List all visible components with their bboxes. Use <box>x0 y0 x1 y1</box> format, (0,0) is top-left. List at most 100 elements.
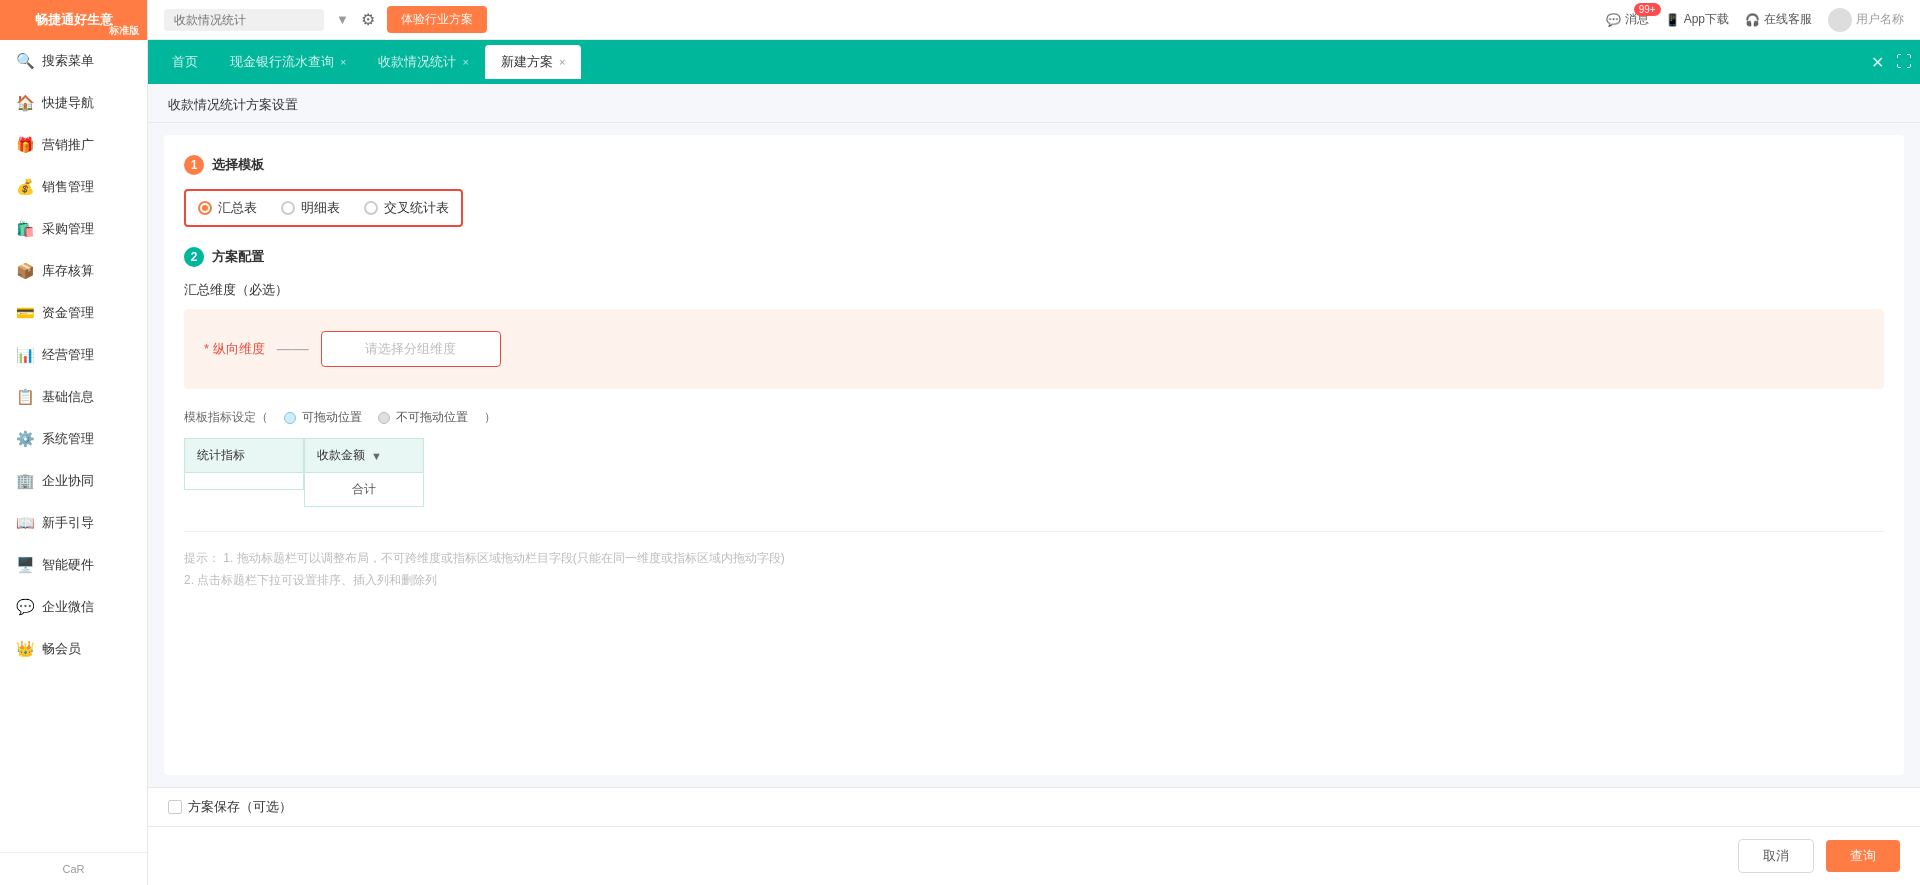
user-name: 用户名称 <box>1856 11 1904 28</box>
sales-icon: 💰 <box>16 178 34 196</box>
sidebar-item-marketing[interactable]: 🎁 营销推广 <box>0 124 147 166</box>
tab-home[interactable]: 首页 <box>156 45 214 79</box>
tab-new-plan-label: 新建方案 <box>501 53 553 71</box>
purchase-icon: 🛍️ <box>16 220 34 238</box>
sidebar-item-sales[interactable]: 💰 销售管理 <box>0 166 147 208</box>
sidebar-item-purchase[interactable]: 🛍️ 采购管理 <box>0 208 147 250</box>
sidebar-item-enterprise[interactable]: 🏢 企业协同 <box>0 460 147 502</box>
metrics-header: 模板指标设定（ 可拖动位置 不可拖动位置 ） <box>184 409 1884 426</box>
sidebar-item-basic[interactable]: 📋 基础信息 <box>0 376 147 418</box>
nav-expand-icon[interactable]: ⛶ <box>1896 53 1912 71</box>
metrics-section: 模板指标设定（ 可拖动位置 不可拖动位置 ） <box>184 409 1884 507</box>
message-icon: 💬 <box>1606 13 1621 27</box>
step2-section: 2 方案配置 汇总维度（必选） 纵向维度 —— 请选择分组维度 <box>184 247 1884 591</box>
sidebar-footer: CaR <box>0 852 147 885</box>
tab-collection-label: 收款情况统计 <box>378 53 456 71</box>
content-card: 1 选择模板 汇总表 明细表 交叉统计表 <box>164 135 1904 775</box>
sidebar-item-label: 库存核算 <box>42 262 94 280</box>
tab-new-plan-close-icon[interactable]: × <box>559 56 565 68</box>
stats-col-header: 统计指标 <box>184 438 304 473</box>
hardware-icon: 🖥️ <box>16 556 34 574</box>
step1-section: 1 选择模板 汇总表 明细表 交叉统计表 <box>184 155 1884 227</box>
sidebar-item-label: 系统管理 <box>42 430 94 448</box>
save-label: 方案保存（可选） <box>188 798 292 816</box>
tip-1: 提示： 1. 拖动标题栏可以调整布局，不可跨维度或指标区域拖动栏目字段(只能在同… <box>184 548 1884 570</box>
sidebar-item-label: 畅会员 <box>42 640 81 658</box>
page-footer: 方案保存（可选） <box>148 787 1920 826</box>
step2-title: 2 方案配置 <box>184 247 1884 267</box>
amount-dropdown-icon[interactable]: ▼ <box>371 450 382 462</box>
cancel-button[interactable]: 取消 <box>1738 839 1814 873</box>
sidebar-item-capital[interactable]: 💳 资金管理 <box>0 292 147 334</box>
amount-col-header[interactable]: 收款金额 ▼ <box>304 438 424 473</box>
sidebar-item-inventory[interactable]: 📦 库存核算 <box>0 250 147 292</box>
tab-collection-close-icon[interactable]: × <box>462 56 468 68</box>
dimension-row: 纵向维度 —— 请选择分组维度 <box>204 331 501 367</box>
tab-collection[interactable]: 收款情况统计 × <box>362 45 484 79</box>
save-checkbox-label[interactable]: 方案保存（可选） <box>168 798 292 816</box>
step1-badge: 1 <box>184 155 204 175</box>
radio-detail[interactable]: 明细表 <box>281 199 340 217</box>
wechat-icon: 💬 <box>16 598 34 616</box>
search-menu-icon: 🔍 <box>16 52 34 70</box>
nav-right-icons: ✕ ⛶ <box>1871 53 1912 72</box>
radio-summary-circle <box>198 201 212 215</box>
tips-section: 提示： 1. 拖动标题栏可以调整布局，不可跨维度或指标区域拖动栏目字段(只能在同… <box>184 531 1884 591</box>
enterprise-icon: 🏢 <box>16 472 34 490</box>
app-download-link[interactable]: 📱 App下载 <box>1665 11 1729 28</box>
nav-close-icon[interactable]: ✕ <box>1871 53 1884 72</box>
tab-new-plan[interactable]: 新建方案 × <box>485 45 581 79</box>
bottom-action-bar: 取消 查询 <box>148 826 1920 885</box>
user-avatar <box>1828 8 1852 32</box>
sidebar-item-label: 采购管理 <box>42 220 94 238</box>
tab-cashflow[interactable]: 现金银行流水查询 × <box>214 45 362 79</box>
gift-icon: 🎁 <box>16 136 34 154</box>
sidebar-item-hardware[interactable]: 🖥️ 智能硬件 <box>0 544 147 586</box>
sidebar-item-system[interactable]: ⚙️ 系统管理 <box>0 418 147 460</box>
sidebar-item-search[interactable]: 🔍 搜索菜单 <box>0 40 147 82</box>
stats-col: 统计指标 <box>184 438 304 507</box>
amount-col: 收款金额 ▼ 合计 <box>304 438 424 507</box>
top-header: ▼ ⚙ 体验行业方案 💬 消息 99+ 📱 App下载 🎧 在线客服 用户名称 <box>148 0 1920 40</box>
page-content: 收款情况统计方案设置 1 选择模板 汇总表 明细表 <box>148 84 1920 885</box>
save-checkbox[interactable] <box>168 800 182 814</box>
capital-icon: 💳 <box>16 304 34 322</box>
sidebar-item-label: 经营管理 <box>42 346 94 364</box>
metrics-label-text: 模板指标设定（ <box>184 409 268 426</box>
tip-2: 2. 点击标题栏下拉可设置排序、插入列和删除列 <box>184 570 1884 592</box>
user-profile[interactable]: 用户名称 <box>1828 8 1904 32</box>
sidebar-item-quick-nav[interactable]: 🏠 快捷导航 <box>0 82 147 124</box>
service-icon: 🎧 <box>1745 13 1760 27</box>
vertical-dim-label: 纵向维度 <box>204 340 265 358</box>
sidebar-item-label: 智能硬件 <box>42 556 94 574</box>
message-button[interactable]: 💬 消息 99+ <box>1606 11 1649 28</box>
breadcrumb-input[interactable] <box>164 9 324 31</box>
amount-col-label: 收款金额 <box>317 447 365 464</box>
total-label: 合计 <box>352 482 376 496</box>
step2-badge: 2 <box>184 247 204 267</box>
settings-icon[interactable]: ⚙ <box>361 10 375 29</box>
step2-label: 方案配置 <box>212 248 264 266</box>
query-button[interactable]: 查询 <box>1826 840 1900 872</box>
radio-cross-label: 交叉统计表 <box>384 199 449 217</box>
header-right: 💬 消息 99+ 📱 App下载 🎧 在线客服 用户名称 <box>1606 8 1904 32</box>
radio-summary[interactable]: 汇总表 <box>198 199 257 217</box>
stats-col-body <box>184 473 304 490</box>
industry-plan-button[interactable]: 体验行业方案 <box>387 6 487 33</box>
sidebar-item-wechat[interactable]: 💬 企业微信 <box>0 586 147 628</box>
sidebar-footer-car[interactable]: CaR <box>62 863 84 875</box>
tab-cashflow-close-icon[interactable]: × <box>340 56 346 68</box>
standard-badge: 标准版 <box>109 24 139 38</box>
basic-icon: 📋 <box>16 388 34 406</box>
sidebar-item-member[interactable]: 👑 畅会员 <box>0 628 147 670</box>
app-icon: 📱 <box>1665 13 1680 27</box>
online-service-link[interactable]: 🎧 在线客服 <box>1745 11 1812 28</box>
step1-title: 1 选择模板 <box>184 155 1884 175</box>
radio-cross-circle <box>364 201 378 215</box>
sidebar-item-operation[interactable]: 📊 经营管理 <box>0 334 147 376</box>
sidebar-item-guide[interactable]: 📖 新手引导 <box>0 502 147 544</box>
dropdown-arrow-icon[interactable]: ▼ <box>336 12 349 27</box>
page-title: 收款情况统计方案设置 <box>168 97 298 112</box>
dimension-select-box[interactable]: 请选择分组维度 <box>321 331 501 367</box>
radio-cross[interactable]: 交叉统计表 <box>364 199 449 217</box>
